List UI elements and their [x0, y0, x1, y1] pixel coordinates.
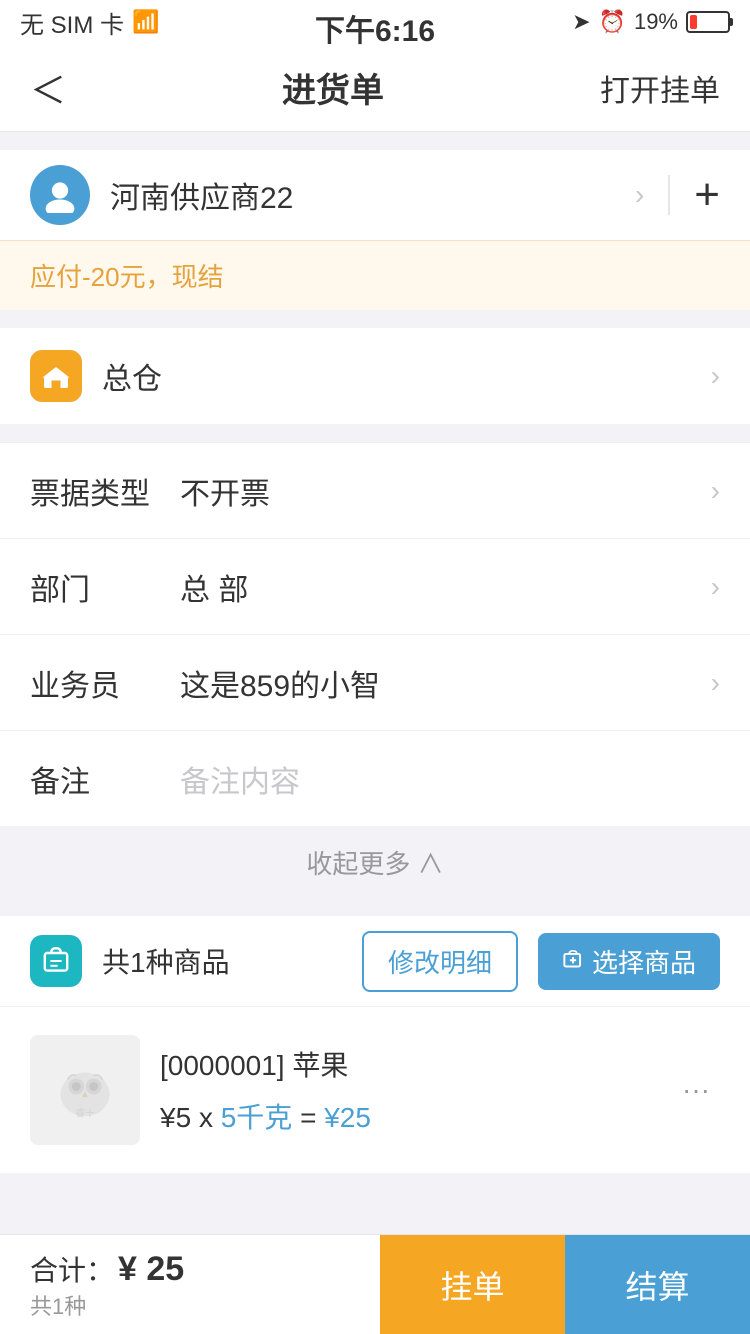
- product-item: 睿十 [0000001] 苹果 ¥5 x 5千克 = ¥25 ···: [0, 1006, 750, 1173]
- department-label: 部门: [30, 565, 160, 609]
- warehouse-card: 总仓 ›: [0, 328, 750, 424]
- salesperson-label: 业务员: [30, 661, 160, 705]
- product-quantity: 5千克: [221, 1102, 293, 1133]
- footer-total-label: 合计：: [30, 1249, 114, 1289]
- product-name: [0000001] 苹果: [160, 1044, 652, 1084]
- supplier-name: 河南供应商22: [110, 173, 635, 217]
- warehouse-name: 总仓: [102, 354, 711, 398]
- products-icon: [30, 935, 82, 987]
- salesperson-chevron-icon: ›: [711, 667, 720, 699]
- warehouse-icon: [30, 350, 82, 402]
- products-header: 共1种商品 修改明细 选择商品: [0, 916, 750, 1006]
- footer-total-sub: 共1种: [30, 1289, 350, 1321]
- open-pending-button[interactable]: 打开挂单: [600, 66, 720, 110]
- product-more-button[interactable]: ···: [672, 1064, 720, 1116]
- supplier-avatar: [30, 165, 90, 225]
- section-gap-4: [0, 898, 750, 916]
- collapse-label: 收起更多 ∧: [306, 844, 443, 881]
- department-chevron-icon: ›: [711, 571, 720, 603]
- nav-bar: ＜ 进货单 打开挂单: [0, 44, 750, 132]
- product-equals: =: [300, 1102, 324, 1133]
- settle-button[interactable]: 结算: [565, 1235, 750, 1334]
- form-card: 票据类型 不开票 › 部门 总 部 › 业务员 这是859的小智 › 备注 备注…: [0, 442, 750, 826]
- battery-icon: [686, 11, 730, 33]
- invoice-type-row[interactable]: 票据类型 不开票 ›: [0, 442, 750, 538]
- warehouse-chevron-icon: ›: [711, 360, 720, 392]
- select-product-button[interactable]: 选择商品: [538, 933, 720, 990]
- supplier-card: 河南供应商22 › + 应付-20元，现结: [0, 150, 750, 310]
- invoice-type-chevron-icon: ›: [711, 475, 720, 507]
- invoice-type-value: 不开票: [180, 469, 711, 513]
- products-count: 共1种商品: [102, 941, 342, 981]
- product-info: [0000001] 苹果 ¥5 x 5千克 = ¥25: [160, 1044, 652, 1136]
- add-supplier-button[interactable]: +: [694, 170, 720, 220]
- product-multiply: x: [199, 1102, 221, 1133]
- alarm-icon: ⏰: [599, 9, 626, 35]
- department-row[interactable]: 部门 总 部 ›: [0, 538, 750, 634]
- status-left: 无 SIM 卡 📶: [20, 5, 159, 40]
- product-total: ¥25: [324, 1102, 371, 1133]
- back-button[interactable]: ＜: [30, 62, 66, 114]
- salesperson-row[interactable]: 业务员 这是859的小智 ›: [0, 634, 750, 730]
- remark-placeholder: 备注内容: [180, 757, 720, 801]
- footer-total: 合计： ¥ 25 共1种: [0, 1235, 380, 1334]
- select-product-label: 选择商品: [592, 943, 696, 980]
- product-unit-price: ¥5: [160, 1102, 191, 1133]
- status-time: 下午6:16: [315, 6, 435, 50]
- page-title: 进货单: [282, 63, 384, 112]
- supplier-row[interactable]: 河南供应商22 › +: [0, 150, 750, 240]
- warehouse-row[interactable]: 总仓 ›: [0, 328, 750, 424]
- status-bar: 无 SIM 卡 📶 下午6:16 ➤ ⏰ 19%: [0, 0, 750, 44]
- remark-row[interactable]: 备注 备注内容: [0, 730, 750, 826]
- product-price: ¥5 x 5千克 = ¥25: [160, 1096, 652, 1136]
- section-gap-2: [0, 310, 750, 328]
- battery-percent: 19%: [634, 9, 678, 35]
- supplier-chevron-icon: ›: [635, 179, 644, 211]
- status-right: ➤ ⏰ 19%: [572, 9, 730, 35]
- collapse-toggle[interactable]: 收起更多 ∧: [0, 826, 750, 898]
- department-value: 总 部: [180, 565, 711, 609]
- remark-label: 备注: [30, 757, 160, 801]
- footer-total-amount: ¥ 25: [118, 1250, 184, 1289]
- edit-detail-button[interactable]: 修改明细: [362, 931, 518, 992]
- section-gap-1: [0, 132, 750, 150]
- product-code: [0000001]: [160, 1050, 285, 1081]
- carrier-text: 无 SIM 卡: [20, 5, 124, 40]
- section-gap-3: [0, 424, 750, 442]
- wifi-icon: 📶: [132, 9, 159, 35]
- product-title-text: 苹果: [292, 1050, 348, 1081]
- svg-text:睿十: 睿十: [75, 1107, 95, 1119]
- pending-button[interactable]: 挂单: [380, 1235, 565, 1334]
- products-card: 共1种商品 修改明细 选择商品 睿十: [0, 916, 750, 1173]
- warning-banner: 应付-20元，现结: [0, 240, 750, 310]
- footer-total-row: 合计： ¥ 25: [30, 1249, 350, 1289]
- product-thumbnail: 睿十: [30, 1035, 140, 1145]
- supplier-divider: [668, 175, 670, 215]
- footer: 合计： ¥ 25 共1种 挂单 结算: [0, 1234, 750, 1334]
- location-icon: ➤: [572, 9, 590, 35]
- salesperson-value: 这是859的小智: [180, 661, 711, 705]
- invoice-type-label: 票据类型: [30, 469, 160, 513]
